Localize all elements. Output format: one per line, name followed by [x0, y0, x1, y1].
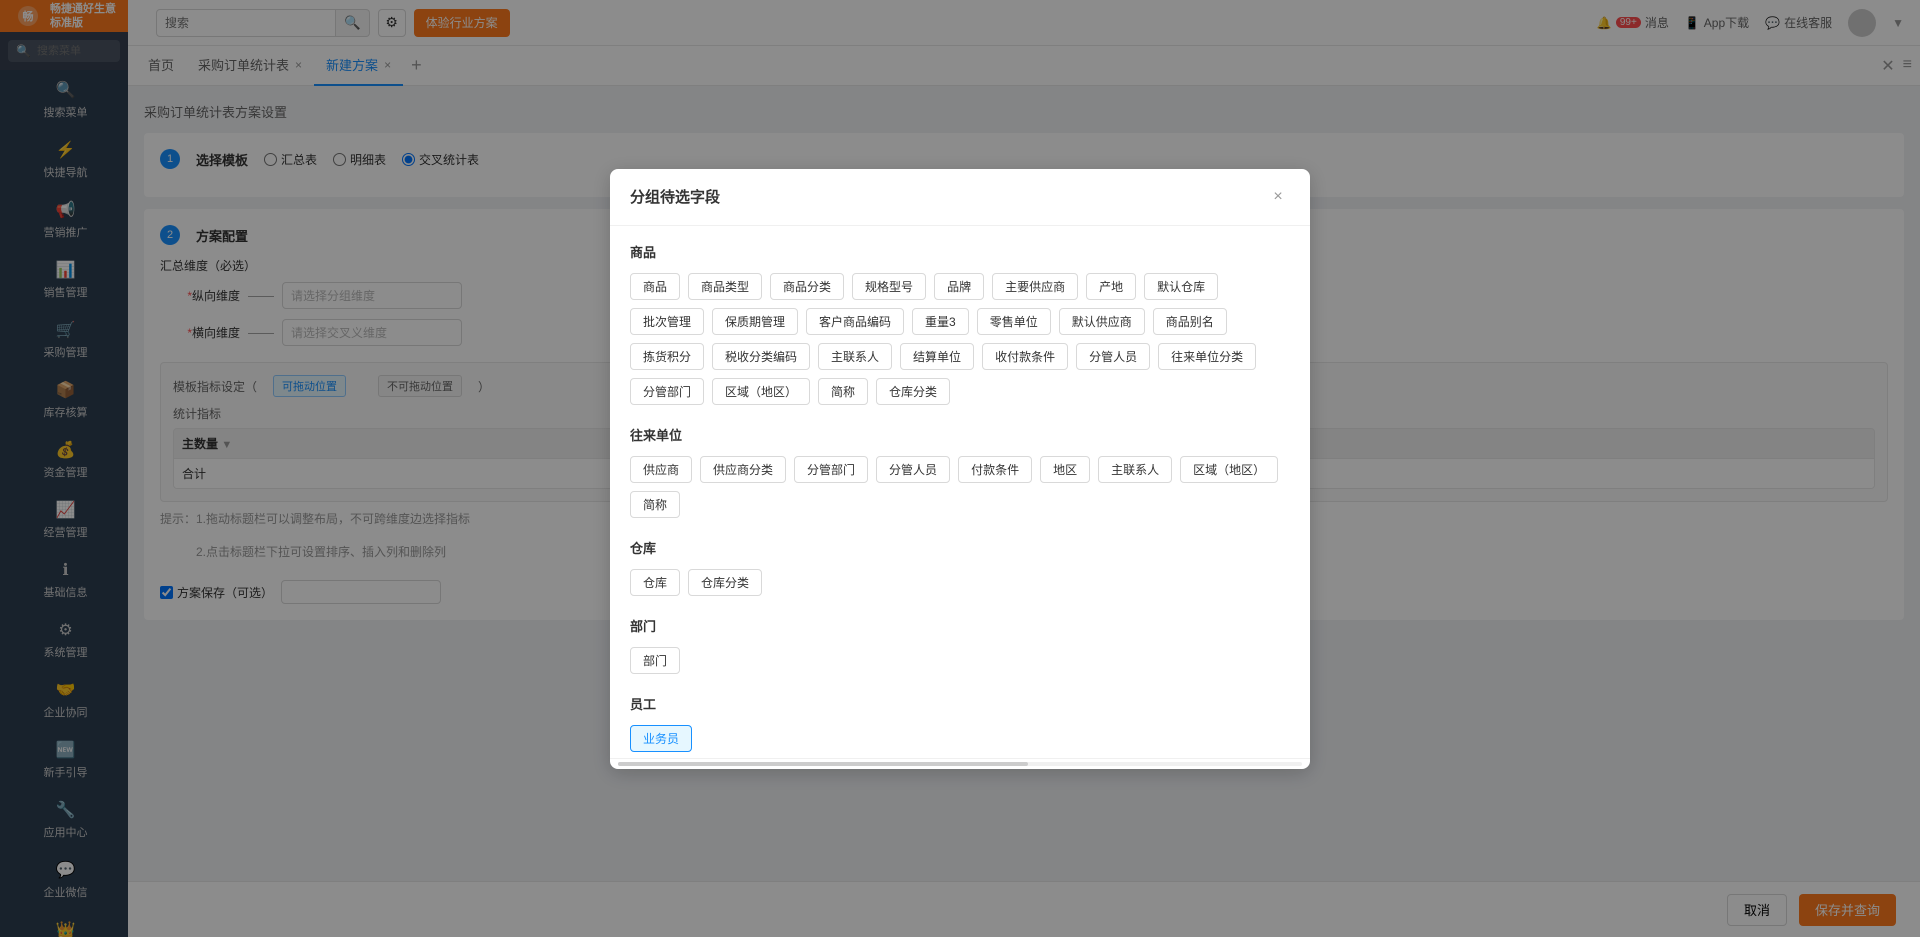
field-tag-0-13[interactable]: 默认供应商 [1059, 308, 1145, 335]
field-tag-0-17[interactable]: 主联系人 [818, 343, 892, 370]
field-tag-0-15[interactable]: 拣货积分 [630, 343, 704, 370]
modal-overlay: 分组待选字段 × 商品商品商品类型商品分类规格型号品牌主要供应商产地默认仓库批次… [0, 0, 1920, 937]
field-tag-0-4[interactable]: 品牌 [934, 273, 984, 300]
field-section-部门: 部门部门 [630, 616, 1290, 674]
field-tag-0-19[interactable]: 收付款条件 [982, 343, 1068, 370]
field-tag-1-8[interactable]: 简称 [630, 491, 680, 518]
field-tag-1-6[interactable]: 主联系人 [1098, 456, 1172, 483]
field-tag-0-6[interactable]: 产地 [1086, 273, 1136, 300]
field-tags-1: 供应商供应商分类分管部门分管人员付款条件地区主联系人区域（地区） 简称 [630, 456, 1290, 518]
field-tag-0-12[interactable]: 零售单位 [977, 308, 1051, 335]
field-tag-0-11[interactable]: 重量3 [912, 308, 969, 335]
field-tag-0-5[interactable]: 主要供应商 [992, 273, 1078, 300]
field-tag-0-14[interactable]: 商品别名 [1153, 308, 1227, 335]
field-tag-0-10[interactable]: 客户商品编码 [806, 308, 904, 335]
field-tag-0-24[interactable]: 简称 [818, 378, 868, 405]
field-section-商品: 商品商品商品类型商品分类规格型号品牌主要供应商产地默认仓库批次管理保质期管理客户… [630, 242, 1290, 405]
section-title-1: 往来单位 [630, 425, 1290, 444]
modal-close-button[interactable]: × [1266, 185, 1290, 209]
field-tag-1-7[interactable]: 区域（地区） [1180, 456, 1278, 483]
field-tag-0-16[interactable]: 税收分类编码 [712, 343, 810, 370]
field-tag-2-1[interactable]: 仓库分类 [688, 569, 762, 596]
field-tag-0-2[interactable]: 商品分类 [770, 273, 844, 300]
section-title-3: 部门 [630, 616, 1290, 635]
field-tags-4: 业务员 [630, 725, 1290, 752]
field-tag-4-0[interactable]: 业务员 [630, 725, 692, 752]
field-tag-1-2[interactable]: 分管部门 [794, 456, 868, 483]
field-tag-0-20[interactable]: 分管人员 [1076, 343, 1150, 370]
field-tag-0-1[interactable]: 商品类型 [688, 273, 762, 300]
field-section-往来单位: 往来单位供应商供应商分类分管部门分管人员付款条件地区主联系人区域（地区） 简称 [630, 425, 1290, 518]
field-section-仓库: 仓库仓库仓库分类 [630, 538, 1290, 596]
modal-dialog: 分组待选字段 × 商品商品商品类型商品分类规格型号品牌主要供应商产地默认仓库批次… [610, 169, 1310, 769]
field-tags-2: 仓库仓库分类 [630, 569, 1290, 596]
field-section-员工: 员工业务员 [630, 694, 1290, 752]
section-title-2: 仓库 [630, 538, 1290, 557]
modal-horizontal-scrollbar[interactable] [610, 758, 1310, 768]
field-tag-3-0[interactable]: 部门 [630, 647, 680, 674]
field-tag-2-0[interactable]: 仓库 [630, 569, 680, 596]
modal-body[interactable]: 商品商品商品类型商品分类规格型号品牌主要供应商产地默认仓库批次管理保质期管理客户… [610, 226, 1310, 759]
field-tag-0-0[interactable]: 商品 [630, 273, 680, 300]
field-tag-0-7[interactable]: 默认仓库 [1144, 273, 1218, 300]
modal-title: 分组待选字段 [630, 186, 720, 207]
modal-header: 分组待选字段 × [610, 169, 1310, 226]
field-tag-0-18[interactable]: 结算单位 [900, 343, 974, 370]
field-tag-1-3[interactable]: 分管人员 [876, 456, 950, 483]
field-tag-1-5[interactable]: 地区 [1040, 456, 1090, 483]
field-tag-1-1[interactable]: 供应商分类 [700, 456, 786, 483]
field-tag-1-4[interactable]: 付款条件 [958, 456, 1032, 483]
field-tag-0-23[interactable]: 区域（地区） [712, 378, 810, 405]
field-tag-0-9[interactable]: 保质期管理 [712, 308, 798, 335]
section-title-4: 员工 [630, 694, 1290, 713]
field-tag-0-21[interactable]: 往来单位分类 [1158, 343, 1256, 370]
field-tag-0-22[interactable]: 分管部门 [630, 378, 704, 405]
field-tag-0-3[interactable]: 规格型号 [852, 273, 926, 300]
field-tag-0-8[interactable]: 批次管理 [630, 308, 704, 335]
section-title-0: 商品 [630, 242, 1290, 261]
field-tag-1-0[interactable]: 供应商 [630, 456, 692, 483]
field-tag-0-25[interactable]: 仓库分类 [876, 378, 950, 405]
field-tags-0: 商品商品类型商品分类规格型号品牌主要供应商产地默认仓库批次管理保质期管理客户商品… [630, 273, 1290, 405]
field-tags-3: 部门 [630, 647, 1290, 674]
